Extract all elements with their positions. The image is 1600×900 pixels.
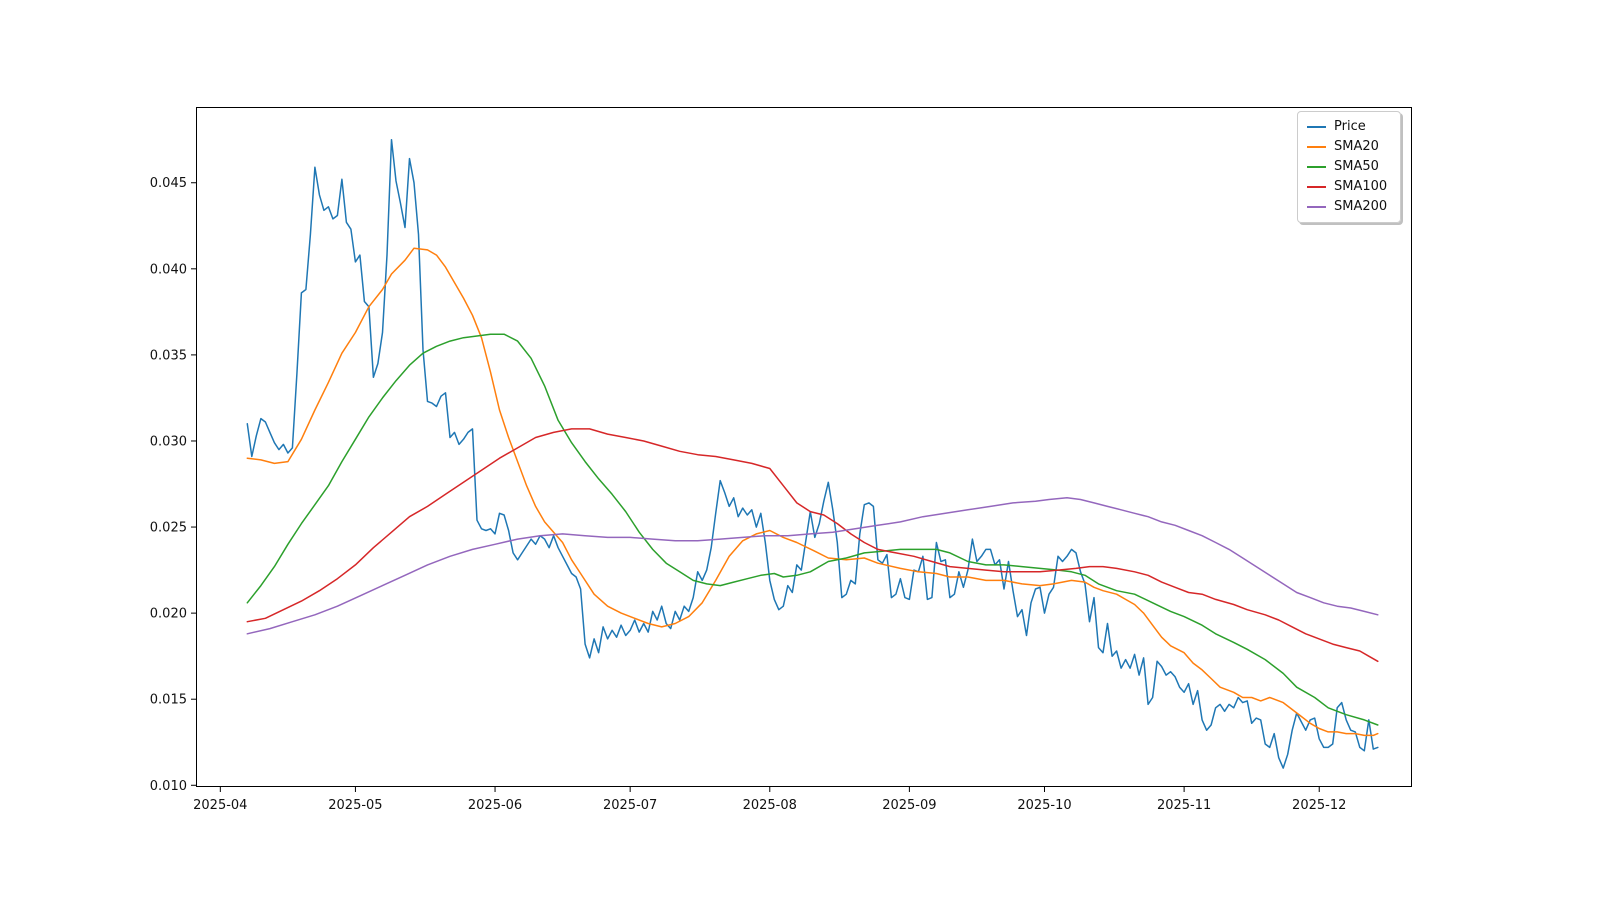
y-tick-label: 0.020	[150, 607, 187, 622]
x-tick-label: 2025-06	[468, 798, 522, 813]
legend: Price SMA20 SMA50 SMA100 SMA200	[1297, 111, 1401, 223]
y-tick-label: 0.015	[150, 693, 187, 708]
y-tick-label: 0.040	[150, 262, 187, 277]
legend-label: SMA20	[1334, 139, 1379, 154]
x-tick-label: 2025-11	[1157, 798, 1211, 813]
legend-item-price: Price	[1307, 117, 1392, 137]
legend-label: SMA50	[1334, 159, 1379, 174]
legend-item-sma200: SMA200	[1307, 197, 1392, 217]
y-tick-label: 0.035	[150, 348, 187, 363]
legend-label: SMA200	[1334, 199, 1388, 214]
x-tick-label: 2025-12	[1292, 798, 1346, 813]
x-tick-label: 2025-10	[1017, 798, 1071, 813]
sma20-line-swatch	[1307, 146, 1326, 148]
legend-label: Price	[1334, 119, 1366, 134]
x-tick-label: 2025-08	[743, 798, 797, 813]
legend-label: SMA100	[1334, 179, 1388, 194]
y-tick-label: 0.010	[150, 779, 187, 794]
x-tick-label: 2025-09	[882, 798, 936, 813]
x-tick-label: 2025-05	[328, 798, 382, 813]
x-tick-label: 2025-04	[193, 798, 247, 813]
y-tick-label: 0.030	[150, 434, 187, 449]
legend-item-sma20: SMA20	[1307, 137, 1392, 157]
price-line-swatch	[1307, 126, 1326, 128]
plot-border	[196, 107, 1412, 787]
legend-item-sma50: SMA50	[1307, 157, 1392, 177]
y-tick-label: 0.045	[150, 176, 187, 191]
sma100-line-swatch	[1307, 186, 1326, 188]
legend-item-sma100: SMA100	[1307, 177, 1392, 197]
chart-figure: 2025-04 2025-05 2025-06 2025-07 2025-08 2025-…	[0, 0, 1600, 900]
sma50-line-swatch	[1307, 166, 1326, 168]
x-tick-label: 2025-07	[603, 798, 657, 813]
y-tick-label: 0.025	[150, 521, 187, 536]
sma200-line-swatch	[1307, 206, 1326, 208]
